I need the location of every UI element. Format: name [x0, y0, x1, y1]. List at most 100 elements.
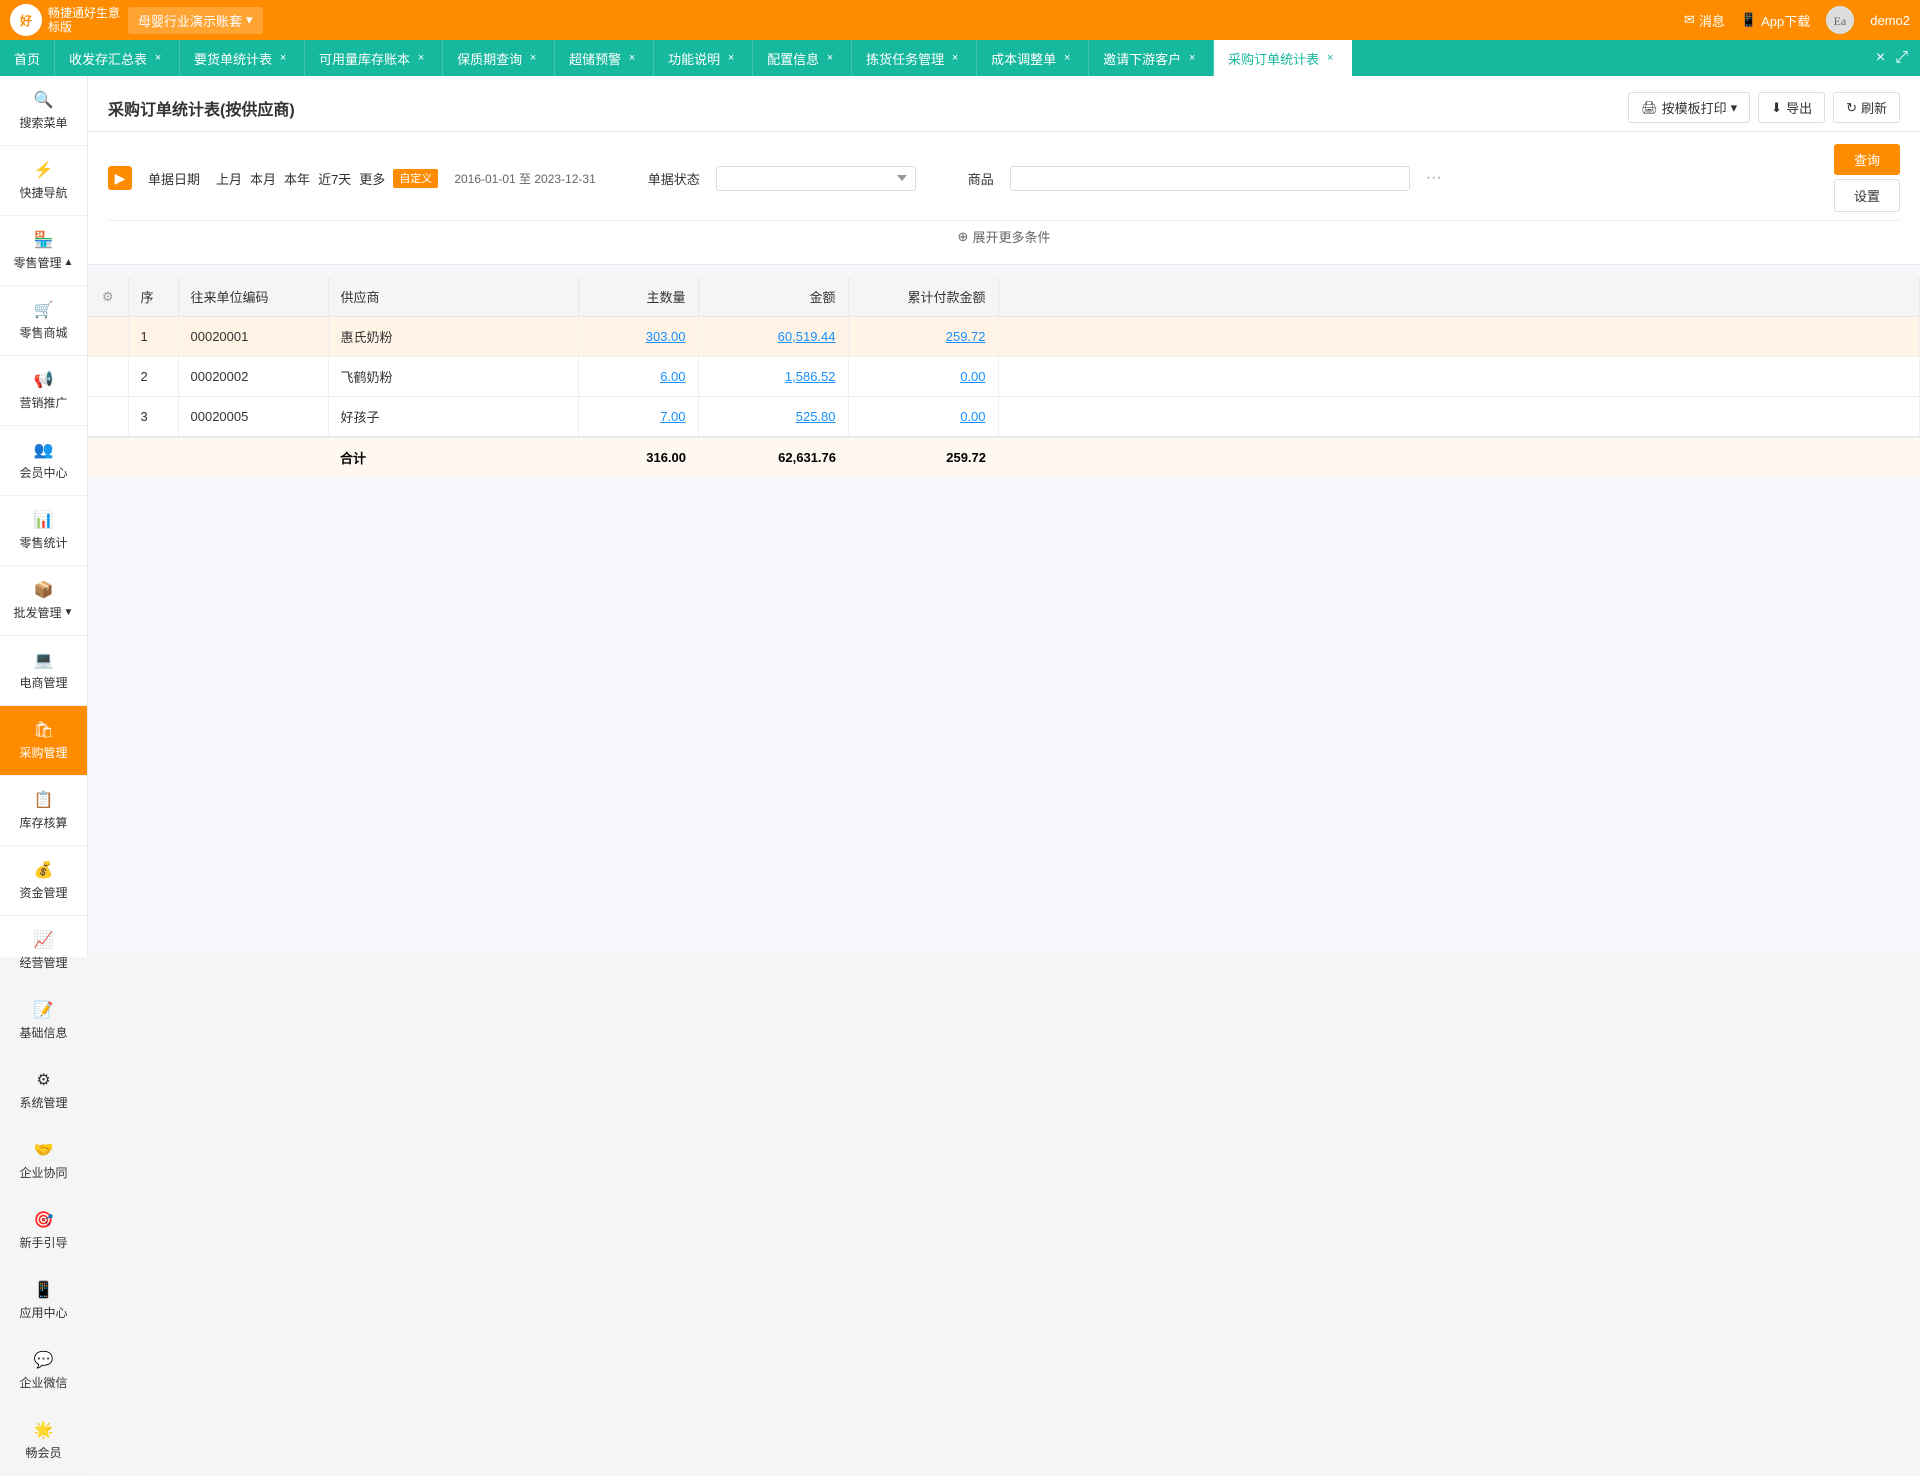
sidebar-item-quicknav[interactable]: ⚡ 快捷导航	[0, 146, 87, 216]
table-footer-row: 合计 316.00 62,631.76 259.72	[88, 437, 1920, 477]
tab-overstock[interactable]: 超储预警 ×	[555, 40, 654, 76]
tab-home[interactable]: 首页	[0, 40, 55, 76]
tab-close-icon[interactable]: ×	[823, 51, 837, 65]
filter-toggle-button[interactable]: ▶	[108, 166, 132, 190]
sidebar-item-stock[interactable]: 📋 库存核算	[0, 776, 87, 846]
download-icon: 📱	[1741, 12, 1757, 28]
message-icon: ✉	[1684, 12, 1695, 28]
paid-cell[interactable]: 0.00	[848, 357, 998, 397]
sidebar-item-retail-mgmt[interactable]: 🏪 零售管理 ▲	[0, 216, 87, 286]
top-bar: 好 畅捷通好生意 标版 母婴行业演示账套 ▾ ✉ 消息 📱 App下载 demo…	[0, 0, 1920, 40]
search-icon: 🔍	[34, 90, 54, 110]
amount-cell[interactable]: 1,586.52	[698, 357, 848, 397]
app-logo: 好	[10, 4, 42, 36]
sidebar-item-marketing[interactable]: 📢 营销推广	[0, 356, 87, 426]
sidebar-item-ecommerce[interactable]: 💻 电商管理	[0, 636, 87, 706]
sidebar-item-enterprise-wechat[interactable]: 💬 企业微信	[0, 1336, 87, 1406]
expand-more-button[interactable]: ⊕ 展开更多条件	[108, 220, 1900, 252]
print-button[interactable]: 🖨 按模板打印 ▾	[1628, 92, 1750, 123]
amount-cell[interactable]: 525.80	[698, 397, 848, 438]
top-bar-left: 好 畅捷通好生意 标版 母婴行业演示账套 ▾	[10, 4, 263, 36]
sidebar-item-finance[interactable]: 💰 资金管理	[0, 846, 87, 916]
amount-cell[interactable]: 60,519.44	[698, 317, 848, 357]
app-download-button[interactable]: 📱 App下载	[1741, 11, 1810, 30]
tab-available-stock[interactable]: 可用量库存账本 ×	[305, 40, 443, 76]
sidebar-item-retail-mall[interactable]: 🛒 零售商城	[0, 286, 87, 356]
tab-close-icon[interactable]: ×	[414, 51, 428, 65]
goods-input[interactable]	[1010, 166, 1410, 191]
col-no: 序	[128, 277, 178, 317]
sidebar-item-retail-stats[interactable]: 📊 零售统计	[0, 496, 87, 566]
tab-order-summary[interactable]: 要货单统计表 ×	[180, 40, 305, 76]
col-supplier: 供应商	[328, 277, 578, 317]
status-filter-label: 单据状态	[648, 169, 700, 188]
sidebar-item-collab[interactable]: 🤝 企业协同	[0, 1126, 87, 1196]
retail-icon: 🏪	[34, 230, 54, 250]
tab-invite-downstream[interactable]: 邀请下游客户 ×	[1089, 40, 1214, 76]
more-filter-icon[interactable]: ···	[1426, 169, 1442, 187]
tab-config[interactable]: 配置信息 ×	[753, 40, 852, 76]
appcenter-icon: 📱	[34, 1280, 54, 1300]
col-settings[interactable]: ⚙	[88, 277, 128, 317]
refresh-button[interactable]: ↻ 刷新	[1833, 92, 1900, 123]
sidebar-item-membership[interactable]: 👥 会员中心	[0, 426, 87, 496]
goods-filter-label: 商品	[968, 169, 994, 188]
tab-purchase-order-stats[interactable]: 采购订单统计表 ×	[1214, 40, 1352, 76]
date-this-month[interactable]: 本月	[250, 169, 276, 188]
tab-close-icon[interactable]: ×	[724, 51, 738, 65]
tab-restore-icon[interactable]: ⤢	[1891, 45, 1912, 71]
export-button[interactable]: ⬇ 导出	[1758, 92, 1825, 123]
tab-close-icon[interactable]: ×	[526, 51, 540, 65]
tab-function-desc[interactable]: 功能说明 ×	[654, 40, 753, 76]
sidebar-item-search[interactable]: 🔍 搜索菜单	[0, 76, 87, 146]
settings-button[interactable]: 设置	[1834, 179, 1900, 212]
tab-close-all-icon[interactable]: ×	[1872, 45, 1889, 71]
date-last-month[interactable]: 上月	[216, 169, 242, 188]
guide-icon: 🎯	[34, 1210, 54, 1230]
sidebar: 🔍 搜索菜单 ⚡ 快捷导航 🏪 零售管理 ▲ 🛒 零售商城 📢 营销推广 👥 会…	[0, 76, 88, 957]
qty-cell[interactable]: 303.00	[578, 317, 698, 357]
sidebar-item-basic-info[interactable]: 📝 基础信息	[0, 986, 87, 1056]
app-logo-text: 畅捷通好生意 标版	[48, 6, 120, 35]
chevron-down-icon: ▾	[246, 12, 253, 28]
top-bar-right: ✉ 消息 📱 App下载 demo2	[1684, 6, 1910, 34]
tab-cost-adjust[interactable]: 成本调整单 ×	[977, 40, 1089, 76]
tab-close-icon[interactable]: ×	[276, 51, 290, 65]
col-amount: 金额	[698, 277, 848, 317]
tab-close-icon[interactable]: ×	[948, 51, 962, 65]
sidebar-item-purchase[interactable]: 🛍 采购管理	[0, 706, 87, 776]
status-select[interactable]	[716, 166, 916, 191]
tab-picking-task[interactable]: 拣货任务管理 ×	[852, 40, 977, 76]
tab-close-icon[interactable]: ×	[1060, 51, 1074, 65]
main-content: 采购订单统计表(按供应商) 🖨 按模板打印 ▾ ⬇ 导出 ↻ 刷新	[88, 76, 1920, 957]
workspace-selector[interactable]: 母婴行业演示账套 ▾	[128, 7, 263, 34]
date-last-7-days[interactable]: 近7天	[318, 169, 351, 188]
data-table: ⚙ 序 往来单位编码 供应商 主数量 金额 累计付款金额 1 0002000	[88, 277, 1920, 477]
member-icon: 🌟	[34, 1420, 54, 1440]
paid-cell[interactable]: 0.00	[848, 397, 998, 438]
col-qty: 主数量	[578, 277, 698, 317]
tab-shelf-life[interactable]: 保质期查询 ×	[443, 40, 555, 76]
col-code: 往来单位编码	[178, 277, 328, 317]
sidebar-item-system[interactable]: ⚙ 系统管理	[0, 1056, 87, 1126]
qty-cell[interactable]: 7.00	[578, 397, 698, 438]
date-more[interactable]: 更多	[359, 169, 385, 188]
date-custom-badge[interactable]: 自定义	[393, 169, 438, 188]
date-this-year[interactable]: 本年	[284, 169, 310, 188]
tab-collect-summary[interactable]: 收发存汇总表 ×	[55, 40, 180, 76]
sidebar-item-appcenter[interactable]: 📱 应用中心	[0, 1266, 87, 1336]
sidebar-item-operations[interactable]: 📈 经营管理	[0, 916, 87, 986]
sidebar-item-member[interactable]: 🌟 畅会员	[0, 1406, 87, 1476]
query-button[interactable]: 查询	[1834, 144, 1900, 175]
print-icon: 🖨	[1641, 100, 1658, 116]
message-button[interactable]: ✉ 消息	[1684, 11, 1725, 30]
paid-cell[interactable]: 259.72	[848, 317, 998, 357]
qty-cell[interactable]: 6.00	[578, 357, 698, 397]
sidebar-item-newguide[interactable]: 🎯 新手引导	[0, 1196, 87, 1266]
tab-close-icon[interactable]: ×	[151, 51, 165, 65]
tab-close-icon[interactable]: ×	[1185, 51, 1199, 65]
avatar[interactable]	[1826, 6, 1854, 34]
sidebar-item-wholesale[interactable]: 📦 批发管理 ▼	[0, 566, 87, 636]
tab-close-icon[interactable]: ×	[1323, 51, 1337, 65]
tab-close-icon[interactable]: ×	[625, 51, 639, 65]
